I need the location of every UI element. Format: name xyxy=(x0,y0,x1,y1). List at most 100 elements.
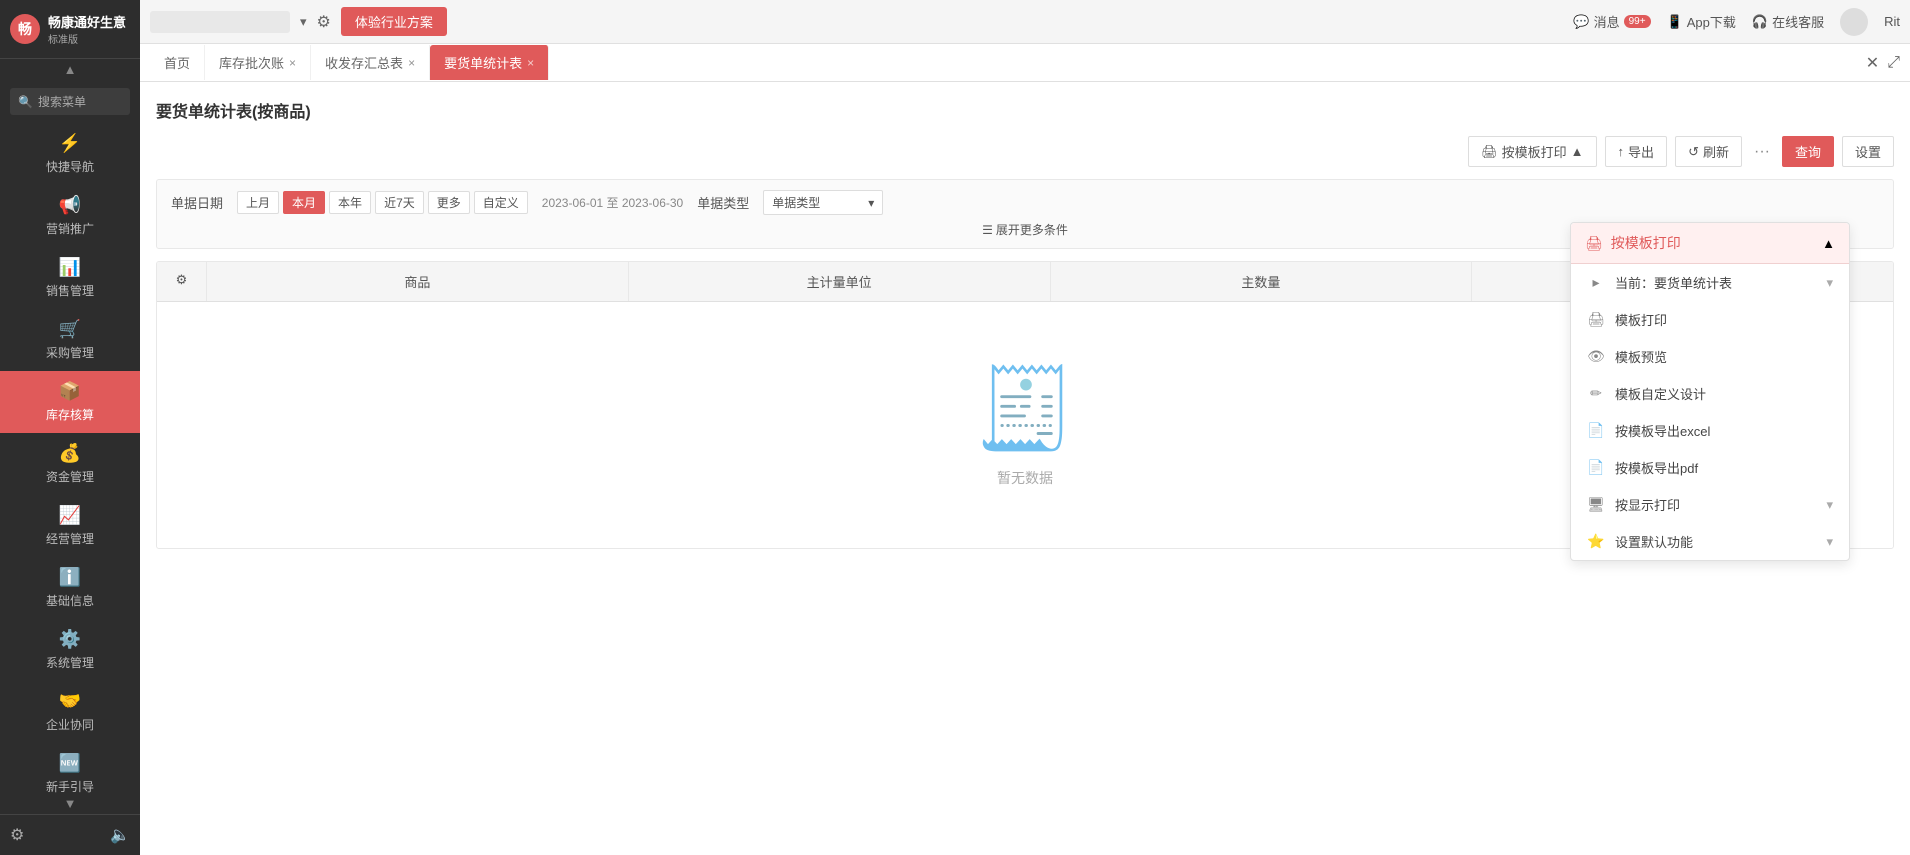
search-menu-button[interactable]: 🔍 搜索菜单 xyxy=(10,88,130,115)
app-download-btn[interactable]: 📱 App下载 xyxy=(1667,12,1736,31)
export-button[interactable]: ↑ 导出 xyxy=(1605,136,1668,167)
sound-icon[interactable]: 🔈 xyxy=(110,825,130,845)
app-download-label: App下载 xyxy=(1687,12,1736,31)
date-btn-上月[interactable]: 上月 xyxy=(237,191,279,214)
print-dropdown-icon: ▲ xyxy=(1571,144,1584,159)
dropdown-label-template-pdf: 按模板导出pdf xyxy=(1615,458,1698,477)
sidebar-item-sales[interactable]: 📊销售管理 xyxy=(0,247,140,309)
sidebar-scroll-down[interactable]: ▼ xyxy=(0,793,140,814)
dropdown-icon-template-pdf: 📄 xyxy=(1587,459,1605,476)
export-icon: ↑ xyxy=(1618,144,1625,159)
dropdown-up-icon[interactable]: ▲ xyxy=(1822,236,1835,251)
close-tab-button[interactable]: ✕ xyxy=(1866,53,1879,73)
trial-button[interactable]: 体验行业方案 xyxy=(341,7,447,36)
query-button[interactable]: 查询 xyxy=(1782,136,1834,167)
dropdown-item-display-print[interactable]: 🖥 按显示打印 ▾ xyxy=(1571,486,1849,523)
sidebar-icon-system: ⚙️ xyxy=(59,629,81,650)
expand-tab-button[interactable]: ⤢ xyxy=(1887,54,1900,72)
dropdown-header-left: 🖨 按模板打印 xyxy=(1585,233,1681,253)
dropdown-item-template-excel[interactable]: 📄按模板导出excel xyxy=(1571,412,1849,449)
dropdown-icon-display-print: 🖥 xyxy=(1587,496,1605,513)
tab-close-inventory-batch[interactable]: × xyxy=(289,56,296,70)
item-arrow-default-func: ▾ xyxy=(1826,534,1833,550)
topbar-dropdown-icon[interactable]: ▾ xyxy=(300,14,307,30)
filter-row-1: 单据日期 上月本月本年近7天更多自定义 2023-06-01 至 2023-06… xyxy=(171,190,1879,215)
tab-close-order-stats[interactable]: × xyxy=(527,56,534,70)
online-service-btn[interactable]: 🎧 在线客服 xyxy=(1752,12,1824,31)
type-select[interactable]: 单据类型 ▾ xyxy=(763,190,883,215)
tab-receivable-summary[interactable]: 收发存汇总表 × xyxy=(311,45,430,80)
refresh-button[interactable]: ↺ 刷新 xyxy=(1675,136,1742,167)
date-btn-本年[interactable]: 本年 xyxy=(329,191,371,214)
sidebar-item-finance[interactable]: 💰资金管理 xyxy=(0,433,140,495)
page-content: 要货单统计表(按商品) 🖨 按模板打印 ▲ ↑ 导出 ↺ 刷新 ··· 查询 设… xyxy=(140,82,1910,855)
date-btn-自定义[interactable]: 自定义 xyxy=(474,191,528,214)
topbar-gear-icon[interactable]: ⚙ xyxy=(317,12,331,32)
sidebar-item-operation[interactable]: 📈经营管理 xyxy=(0,495,140,557)
tab-label-receivable-summary: 收发存汇总表 xyxy=(325,53,403,72)
toolbar: 🖨 按模板打印 ▲ ↑ 导出 ↺ 刷新 ··· 查询 设置 xyxy=(156,136,1894,167)
sidebar-item-guide[interactable]: 🆕新手引导 xyxy=(0,743,140,793)
sidebar-label-marketing: 营销推广 xyxy=(46,220,94,237)
sidebar-item-quick-nav[interactable]: ⚡快捷导航 xyxy=(0,123,140,185)
logo-text: 畅康通好生意 标准版 xyxy=(48,12,126,46)
sidebar-icon-inventory: 📦 xyxy=(59,381,81,402)
dropdown-item-template-custom[interactable]: ✏ 模板自定义设计 xyxy=(1571,375,1849,412)
dropdown-icon-template-custom: ✏ xyxy=(1587,385,1605,402)
tab-inventory-batch[interactable]: 库存批次账× xyxy=(205,45,311,80)
expand-more-button[interactable]: ☰ 展开更多条件 xyxy=(982,221,1068,238)
print-dropdown: 🖨 按模板打印 ▲ ▸ 当前：要货单统计表 ▾ 🖨模板打印👁模板预览 ✏ 模板自定义… xyxy=(1570,222,1850,561)
tab-label-home: 首页 xyxy=(164,53,190,72)
sidebar-item-purchase[interactable]: 🛒采购管理 xyxy=(0,309,140,371)
tab-order-stats[interactable]: 要货单统计表× xyxy=(430,45,549,80)
tab-close-receivable-summary[interactable]: × xyxy=(408,56,415,70)
print-icon: 🖨 xyxy=(1481,144,1498,160)
sidebar-item-marketing[interactable]: 📢营销推广 xyxy=(0,185,140,247)
date-btn-更多[interactable]: 更多 xyxy=(428,191,470,214)
sidebar-item-system[interactable]: ⚙️系统管理 xyxy=(0,619,140,681)
user-avatar[interactable] xyxy=(1840,8,1868,36)
topbar-right: 💬 消息 99+ 📱 App下载 🎧 在线客服 Rit xyxy=(1573,8,1900,36)
dropdown-item-template-pdf[interactable]: 📄 按模板导出pdf xyxy=(1571,449,1849,486)
dropdown-item-template-preview[interactable]: 👁模板预览 xyxy=(1571,338,1849,375)
username[interactable]: Rit xyxy=(1884,14,1900,29)
date-btn-本月[interactable]: 本月 xyxy=(283,191,325,214)
app-subtitle: 标准版 xyxy=(48,31,126,46)
dropdown-label-template-custom: 模板自定义设计 xyxy=(1615,384,1706,403)
type-filter-label: 单据类型 xyxy=(697,193,749,212)
dropdown-current-item[interactable]: ▸ 当前：要货单统计表 ▾ xyxy=(1571,264,1849,301)
sidebar-item-basic[interactable]: ℹ️基础信息 xyxy=(0,557,140,619)
sidebar-icon-guide: 🆕 xyxy=(59,753,81,774)
settings-button[interactable]: 设置 xyxy=(1842,136,1894,167)
dropdown-item-template-print[interactable]: 🖨模板打印 xyxy=(1571,301,1849,338)
message-badge: 99+ xyxy=(1624,15,1651,28)
empty-icon: 🧾 xyxy=(975,362,1075,456)
sidebar-label-purchase: 采购管理 xyxy=(46,344,94,361)
tab-home[interactable]: 首页 xyxy=(150,45,205,80)
search-input[interactable] xyxy=(150,11,290,33)
dropdown-icon-template-preview: 👁 xyxy=(1587,348,1605,365)
message-label: 消息 xyxy=(1594,12,1620,31)
sidebar: 畅 畅康通好生意 标准版 ▲ 🔍 搜索菜单 ⚡快捷导航📢营销推广📊销售管理🛒采购… xyxy=(0,0,140,855)
date-btn-近7天[interactable]: 近7天 xyxy=(375,191,424,214)
logo-icon: 畅 xyxy=(10,14,40,44)
settings-icon[interactable]: ⚙ xyxy=(10,825,24,845)
message-icon: 💬 xyxy=(1573,14,1589,30)
sidebar-label-sales: 销售管理 xyxy=(46,282,94,299)
print-button[interactable]: 🖨 按模板打印 ▲ xyxy=(1468,136,1596,167)
message-btn[interactable]: 💬 消息 99+ xyxy=(1573,12,1650,31)
sidebar-icon-finance: 💰 xyxy=(59,443,81,464)
type-select-arrow: ▾ xyxy=(868,196,874,210)
sidebar-item-enterprise[interactable]: 🤝企业协同 xyxy=(0,681,140,743)
dropdown-icon-template-print: 🖨 xyxy=(1587,311,1605,328)
app-logo: 畅 畅康通好生意 标准版 xyxy=(0,0,140,59)
item-arrow-display-print: ▾ xyxy=(1826,497,1833,513)
dropdown-label-display-print: 按显示打印 xyxy=(1615,495,1680,514)
th-unit: 主计量单位 xyxy=(629,262,1051,301)
sidebar-label-operation: 经营管理 xyxy=(46,530,94,547)
export-label: 导出 xyxy=(1628,142,1654,161)
sidebar-item-inventory[interactable]: 📦库存核算 xyxy=(0,371,140,433)
more-dots[interactable]: ··· xyxy=(1750,143,1774,161)
dropdown-item-default-func[interactable]: ⭐设置默认功能▾ xyxy=(1571,523,1849,560)
sidebar-scroll-up[interactable]: ▲ xyxy=(0,59,140,80)
